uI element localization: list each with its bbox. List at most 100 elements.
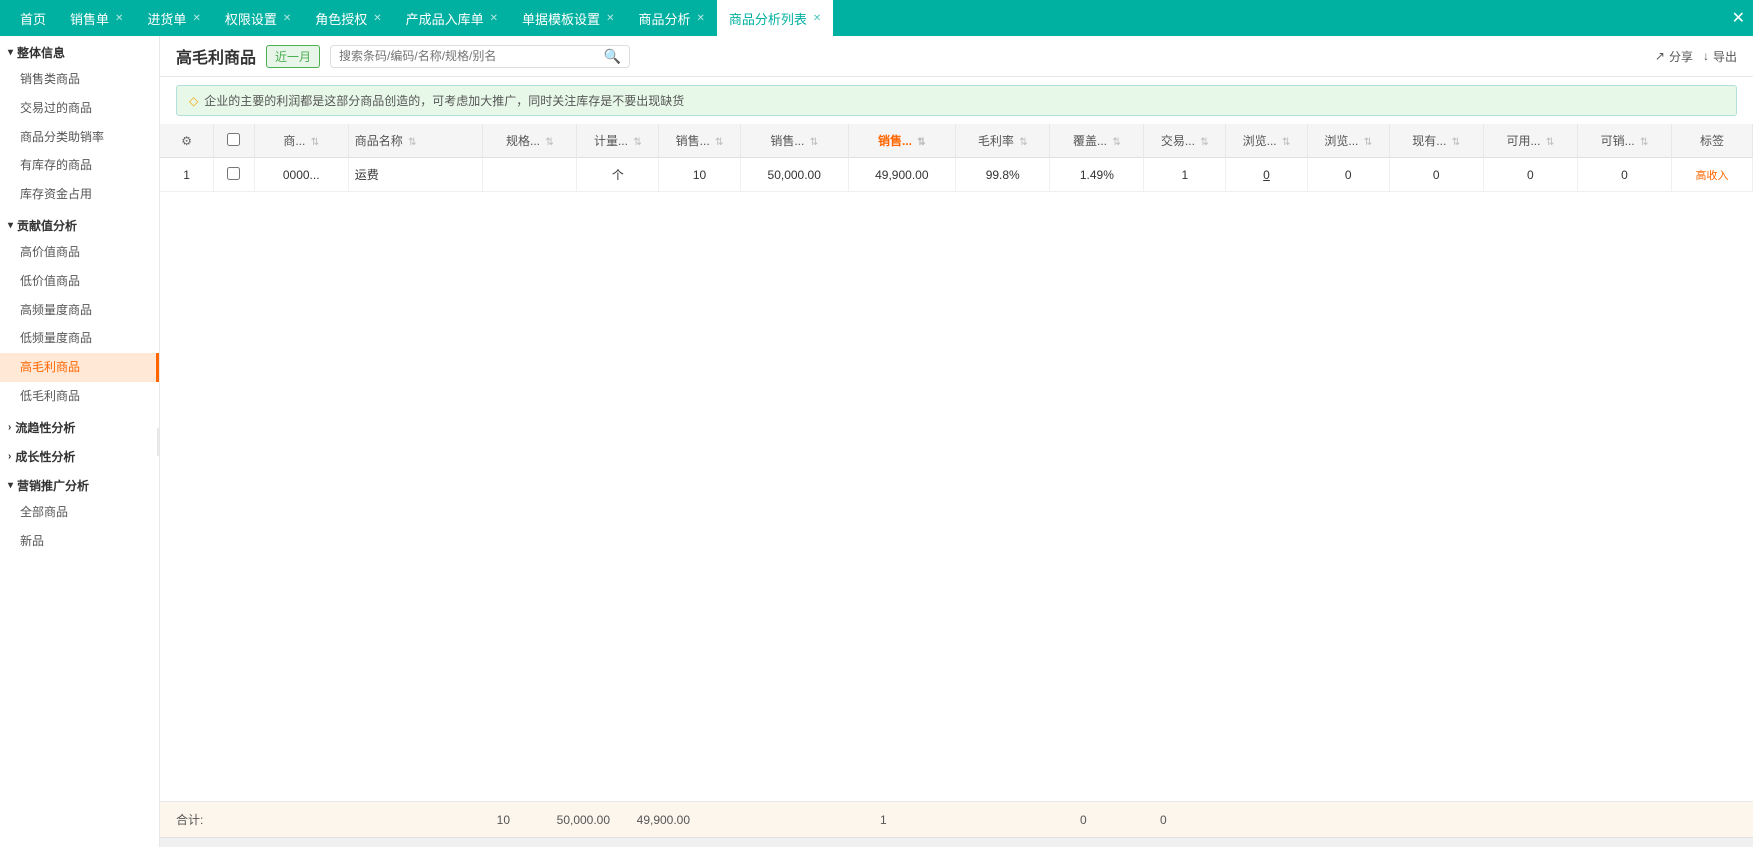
nav-item-product-analysis[interactable]: 商品分析 ✕ <box>626 0 716 36</box>
col-header-cover-rate[interactable]: 覆盖... ⇅ <box>1050 124 1144 158</box>
nav-close-product-warehousing[interactable]: ✕ <box>490 13 498 24</box>
sidebar-item-low-freq-commodity[interactable]: 低频量度商品 <box>0 324 159 353</box>
arrow-icon: › <box>8 451 11 462</box>
col-header-sales-qty[interactable]: 销售... ⇅ <box>659 124 741 158</box>
row-stock1: 0 <box>1389 158 1483 192</box>
nav-item-product-warehousing[interactable]: 产成品入库单 ✕ <box>394 0 510 36</box>
sidebar-group-trend-analysis-label: 流趋性分析 <box>15 419 75 436</box>
nav-label: 单据模板设置 <box>522 9 600 28</box>
footer-trade-value: 1 <box>843 813 923 827</box>
col-header-trade[interactable]: 交易... ⇅ <box>1144 124 1226 158</box>
sidebar-group-growth-analysis[interactable]: › 成长性分析 <box>0 440 159 469</box>
nav-close-sales-order[interactable]: ✕ <box>115 13 123 24</box>
notice-text: 企业的主要的利润都是这部分商品创造的，可考虑加大推广，同时关注库存是不要出现缺货 <box>204 92 684 109</box>
col-header-num: ⚙ <box>160 124 214 158</box>
share-button[interactable]: ↗ 分享 <box>1655 48 1693 65</box>
row-margin-rate: 99.8% <box>956 158 1050 192</box>
sidebar-group-overall-info-label: 整体信息 <box>17 44 65 61</box>
header-actions: ↗ 分享 ↓ 导出 <box>1655 48 1737 65</box>
sidebar-group-wealth-analysis-label: 贡献值分析 <box>17 217 77 234</box>
sidebar-item-sales-commodity[interactable]: 销售类商品 <box>0 65 159 94</box>
page-title: 高毛利商品 <box>176 44 256 68</box>
nav-label: 商品分析列表 <box>729 9 807 28</box>
row-spec <box>483 158 577 192</box>
nav-label: 商品分析 <box>638 9 690 28</box>
row-checkbox-cell <box>214 158 254 192</box>
select-all-checkbox[interactable] <box>227 133 240 146</box>
window-close-button[interactable]: ✕ <box>1732 8 1745 28</box>
col-header-sales-amt[interactable]: 销售... ⇅ <box>740 124 848 158</box>
nav-item-purchase-order[interactable]: 进货单 ✕ <box>135 0 212 36</box>
col-header-browse1[interactable]: 浏览... ⇅ <box>1226 124 1308 158</box>
search-input[interactable] <box>339 49 604 63</box>
export-button[interactable]: ↓ 导出 <box>1703 48 1737 65</box>
sidebar-item-traded-commodity[interactable]: 交易过的商品 <box>0 94 159 123</box>
nav-close-purchase-order[interactable]: ✕ <box>192 13 200 24</box>
row-browse1: 0 <box>1226 158 1308 192</box>
sort-icon: ⇅ <box>1200 137 1208 148</box>
nav-item-role-permission[interactable]: 角色授权 ✕ <box>303 0 393 36</box>
row-checkbox[interactable] <box>227 167 240 180</box>
nav-item-product-analysis-list[interactable]: 商品分析列表 ✕ <box>717 0 833 36</box>
nav-item-home[interactable]: 首页 <box>8 0 58 36</box>
footer-stock1-value: 0 <box>1043 813 1123 827</box>
nav-close-order-template[interactable]: ✕ <box>606 13 614 24</box>
row-name: 运费 <box>348 158 483 192</box>
row-num: 1 <box>160 158 214 192</box>
sidebar-item-new-commodity[interactable]: 新品 <box>0 527 159 556</box>
nav-close-role-permission[interactable]: ✕ <box>373 13 381 24</box>
nav-close-product-analysis-list[interactable]: ✕ <box>813 13 821 24</box>
content-header: 高毛利商品 近一月 🔍 ↗ 分享 ↓ 导出 <box>160 36 1753 77</box>
sort-icon: ⇅ <box>715 137 723 148</box>
sidebar-item-high-margin-commodity[interactable]: 高毛利商品 <box>0 353 159 382</box>
sort-icon: ⇅ <box>311 137 319 148</box>
sort-icon: ⇅ <box>1640 137 1648 148</box>
sort-icon: ⇅ <box>633 137 641 148</box>
nav-item-order-template[interactable]: 单据模板设置 ✕ <box>510 0 626 36</box>
search-icon[interactable]: 🔍 <box>604 48 621 65</box>
row-browse2: 0 <box>1307 158 1389 192</box>
sidebar-group-overall-info[interactable]: ▾ 整体信息 <box>0 36 159 65</box>
col-header-browse2[interactable]: 浏览... ⇅ <box>1307 124 1389 158</box>
col-header-stock2[interactable]: 可用... ⇅ <box>1483 124 1577 158</box>
nav-item-sales-order[interactable]: 销售单 ✕ <box>58 0 135 36</box>
sidebar-item-low-margin-commodity[interactable]: 低毛利商品 <box>0 382 159 411</box>
row-sales-cost: 49,900.00 <box>848 158 956 192</box>
sort-icon: ⇅ <box>917 137 925 148</box>
sidebar-item-all-commodity[interactable]: 全部商品 <box>0 498 159 527</box>
sidebar-group-marketing-analysis[interactable]: ▾ 营销推广分析 <box>0 469 159 498</box>
top-nav: 首页 销售单 ✕ 进货单 ✕ 权限设置 ✕ 角色授权 ✕ 产成品入库单 ✕ 单据… <box>0 0 1753 36</box>
sidebar-item-commodity-subsidy-rate[interactable]: 商品分类助销率 <box>0 123 159 152</box>
sort-icon: ⇅ <box>1452 137 1460 148</box>
col-header-margin-rate[interactable]: 毛利率 ⇅ <box>956 124 1050 158</box>
col-header-code[interactable]: 商... ⇅ <box>254 124 348 158</box>
sidebar-item-high-value-commodity[interactable]: 高价值商品 <box>0 238 159 267</box>
sidebar-item-high-freq-commodity[interactable]: 高频量度商品 <box>0 296 159 325</box>
col-header-stock3[interactable]: 可销... ⇅ <box>1577 124 1671 158</box>
col-header-name[interactable]: 商品名称 ⇅ <box>348 124 483 158</box>
time-filter-button[interactable]: 近一月 <box>266 45 320 68</box>
sidebar-item-low-value-commodity[interactable]: 低价值商品 <box>0 267 159 296</box>
sidebar-group-wealth-analysis[interactable]: ▾ 贡献值分析 <box>0 209 159 238</box>
nav-item-permission-settings[interactable]: 权限设置 ✕ <box>213 0 303 36</box>
nav-label: 销售单 <box>70 9 109 28</box>
table-header-row: ⚙ 商... ⇅ 商品名称 ⇅ <box>160 124 1753 158</box>
settings-icon[interactable]: ⚙ <box>181 134 192 148</box>
col-header-unit[interactable]: 计量... ⇅ <box>577 124 659 158</box>
col-header-sales-cost[interactable]: 销售... ⇅ <box>848 124 956 158</box>
col-header-stock1[interactable]: 现有... ⇅ <box>1389 124 1483 158</box>
sidebar-group-trend-analysis[interactable]: › 流趋性分析 <box>0 411 159 440</box>
bottom-scrollbar[interactable] <box>160 837 1753 847</box>
sidebar-toggle[interactable]: 《 <box>157 428 160 456</box>
footer-stock2-value: 0 <box>1123 813 1203 827</box>
nav-close-product-analysis[interactable]: ✕ <box>696 13 704 24</box>
arrow-icon: › <box>8 422 11 433</box>
data-table: ⚙ 商... ⇅ 商品名称 ⇅ <box>160 124 1753 192</box>
notice-bar: ◇ 企业的主要的利润都是这部分商品创造的，可考虑加大推广，同时关注库存是不要出现… <box>176 85 1737 116</box>
sidebar-item-in-stock-commodity[interactable]: 有库存的商品 <box>0 151 159 180</box>
sidebar-item-stock-capital-ratio[interactable]: 库存资金占用 <box>0 180 159 209</box>
nav-close-permission-settings[interactable]: ✕ <box>283 13 291 24</box>
sort-icon: ⇅ <box>545 137 553 148</box>
col-header-spec[interactable]: 规格... ⇅ <box>483 124 577 158</box>
table-wrapper: ⚙ 商... ⇅ 商品名称 ⇅ <box>160 124 1753 801</box>
